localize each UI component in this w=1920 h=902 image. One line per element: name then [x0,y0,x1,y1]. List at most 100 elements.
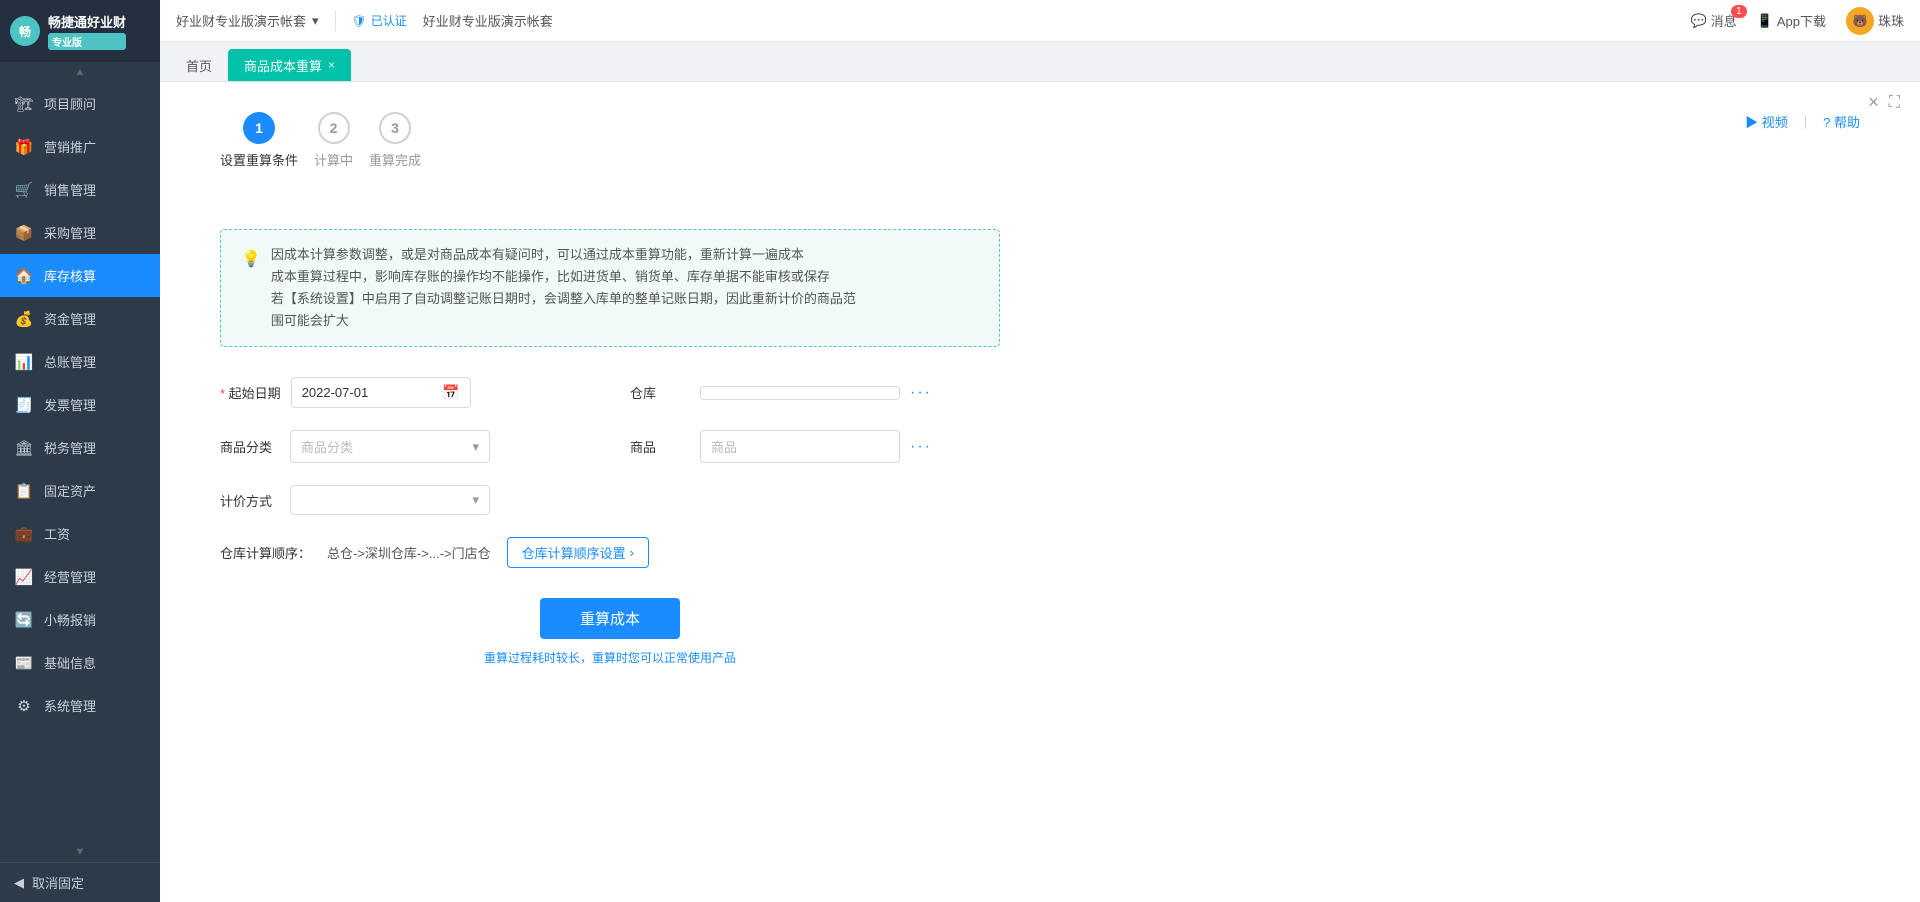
sidebar-item-system[interactable]: ⚙ 系统管理 [0,684,160,727]
sidebar-item-project[interactable]: 🏗 项目顾问 [0,82,160,125]
topbar-divider [335,11,336,31]
tab-home-label: 首页 [186,56,212,75]
chevron-right-icon: › [630,545,634,560]
main-area: 好业财专业版演示帐套 ▾ 🛡 已认证 好业财专业版演示帐套 💬 消息 1 📱 A… [160,0,1920,902]
product-field: 商品 商品 ··· [630,430,1000,463]
topbar: 好业财专业版演示帐套 ▾ 🛡 已认证 好业财专业版演示帐套 💬 消息 1 📱 A… [160,0,1920,42]
recalc-label: 重算成本 [580,611,640,628]
calendar-icon[interactable]: 📅 [442,384,459,401]
form-row-1: 起始日期 2022-07-01 📅 仓库 ··· [220,377,1000,408]
unpin-label: 取消固定 [32,873,84,892]
sidebar-label-basic: 基础信息 [44,653,96,672]
recalc-button[interactable]: 重算成本 [540,598,680,639]
warehouse-order-settings-label: 仓库计算顺序设置 [522,543,626,562]
sidebar-item-salary[interactable]: 💼 工资 [0,512,160,555]
sidebar-item-inventory[interactable]: 🏠 库存核算 [0,254,160,297]
help-link[interactable]: ? 帮助 [1823,112,1860,131]
sidebar: 畅 畅捷通好业财 专业版 ▲ 🏗 项目顾问 🎁 营销推广 🛒 销售管理 📦 采购… [0,0,160,902]
project-icon: 🏗 [14,95,34,113]
phone-icon: 📱 [1757,13,1773,29]
sidebar-label-finance: 资金管理 [44,309,96,328]
window-controls: × ⛶ [1868,92,1900,113]
start-date-input[interactable]: 2022-07-01 📅 [291,377,471,408]
invoice-icon: 🧾 [14,396,34,414]
sidebar-logo: 畅 畅捷通好业财 专业版 [0,0,160,62]
sidebar-label-assets: 固定资产 [44,481,96,500]
warehouse-order-row: 仓库计算顺序： 总仓->深圳仓库->...->门店仓 仓库计算顺序设置 › [220,537,1000,568]
step-1: 1 设置重算条件 [220,112,298,169]
purchase-icon: 📦 [14,224,34,242]
sidebar-item-marketing[interactable]: 🎁 营销推广 [0,125,160,168]
app-download-button[interactable]: 📱 App下载 [1757,11,1826,30]
sidebar-item-tax[interactable]: 🏛 税务管理 [0,426,160,469]
warehouse-order-settings-button[interactable]: 仓库计算顺序设置 › [507,537,649,568]
step-3-label: 重算完成 [369,150,421,169]
unpin-icon: ◀ [14,875,24,891]
category-chevron-icon: ▾ [472,439,479,455]
sidebar-item-invoice[interactable]: 🧾 发票管理 [0,383,160,426]
sidebar-item-operations[interactable]: 📈 经营管理 [0,555,160,598]
pricing-select[interactable]: ▾ [290,485,490,515]
sidebar-menu: 🏗 项目顾问 🎁 营销推广 🛒 销售管理 📦 采购管理 🏠 库存核算 💰 资金管… [0,82,160,842]
sidebar-item-assets[interactable]: 📋 固定资产 [0,469,160,512]
company-name: 好业财专业版演示帐套 [423,11,553,30]
user-profile[interactable]: 🐻 珠珠 [1846,7,1904,35]
sales-icon: 🛒 [14,181,34,199]
stepper-actions: ▶ 视频 | ? 帮助 [1745,112,1860,131]
sidebar-item-purchase[interactable]: 📦 采购管理 [0,211,160,254]
edition-badge: 专业版 [48,33,126,50]
unpin-button[interactable]: ◀ 取消固定 [0,862,160,902]
finance-icon: 💰 [14,310,34,328]
help-icon: ? [1823,115,1834,130]
category-select[interactable]: 商品分类 ▾ [290,430,490,463]
category-label: 商品分类 [220,437,280,456]
warehouse-field: 仓库 ··· [630,383,1000,402]
sidebar-label-operations: 经营管理 [44,567,96,586]
logo-title: 畅捷通好业财 [48,12,126,31]
tab-cost-recalc[interactable]: 商品成本重算 × [228,49,351,81]
info-line-4: 围可能会扩大 [271,310,856,332]
product-label: 商品 [630,437,690,456]
message-button[interactable]: 💬 消息 1 [1690,11,1736,30]
start-date-label: 起始日期 [220,383,281,402]
topbar-right: 💬 消息 1 📱 App下载 🐻 珠珠 [1690,7,1904,35]
sidebar-label-expense: 小畅报销 [44,610,96,629]
message-badge: 1 [1731,5,1747,18]
expand-button[interactable]: ⛶ [1889,94,1900,112]
accounting-icon: 📊 [14,353,34,371]
video-label: 视频 [1762,115,1788,130]
warehouse-more-button[interactable]: ··· [910,384,932,402]
scroll-up[interactable]: ▲ [0,62,160,82]
sidebar-item-basic[interactable]: 📰 基础信息 [0,641,160,684]
video-link[interactable]: ▶ 视频 [1745,112,1788,131]
account-selector[interactable]: 好业财专业版演示帐套 ▾ [176,11,319,30]
account-chevron-icon: ▾ [312,13,319,29]
sidebar-item-expense[interactable]: 🔄 小畅报销 [0,598,160,641]
product-input[interactable]: 商品 [700,430,900,463]
info-box: 💡 因成本计算参数调整，或是对商品成本有疑问时，可以通过成本重算功能，重新计算一… [220,229,1000,347]
pricing-chevron-icon: ▾ [472,492,479,508]
sidebar-item-sales[interactable]: 🛒 销售管理 [0,168,160,211]
tab-cost-recalc-label: 商品成本重算 [244,56,322,75]
warehouse-input[interactable] [700,386,900,400]
sidebar-item-accounting[interactable]: 📊 总账管理 [0,340,160,383]
step-2-circle: 2 [318,112,350,144]
sidebar-label-salary: 工资 [44,524,70,543]
step-3: 3 重算完成 [369,112,421,169]
close-button[interactable]: × [1868,92,1879,113]
product-more-button[interactable]: ··· [910,438,932,456]
scroll-down[interactable]: ▼ [0,842,160,862]
info-line-2: 成本重算过程中，影响库存账的操作均不能操作，比如进货单、销货单、库存单据不能审核… [271,266,856,288]
sidebar-label-tax: 税务管理 [44,438,96,457]
recalc-note: 重算过程耗时较长，重算时您可以正常使用产品 [220,649,1000,666]
assets-icon: 📋 [14,482,34,500]
salary-icon: 💼 [14,525,34,543]
tab-home[interactable]: 首页 [170,49,228,81]
sidebar-item-finance[interactable]: 💰 资金管理 [0,297,160,340]
sidebar-label-project: 项目顾问 [44,94,96,113]
tab-close-icon[interactable]: × [328,58,335,72]
help-label: 帮助 [1834,115,1860,130]
info-icon: 💡 [241,246,261,332]
logo-icon: 畅 [10,16,40,46]
certified-label: 已认证 [371,12,407,29]
